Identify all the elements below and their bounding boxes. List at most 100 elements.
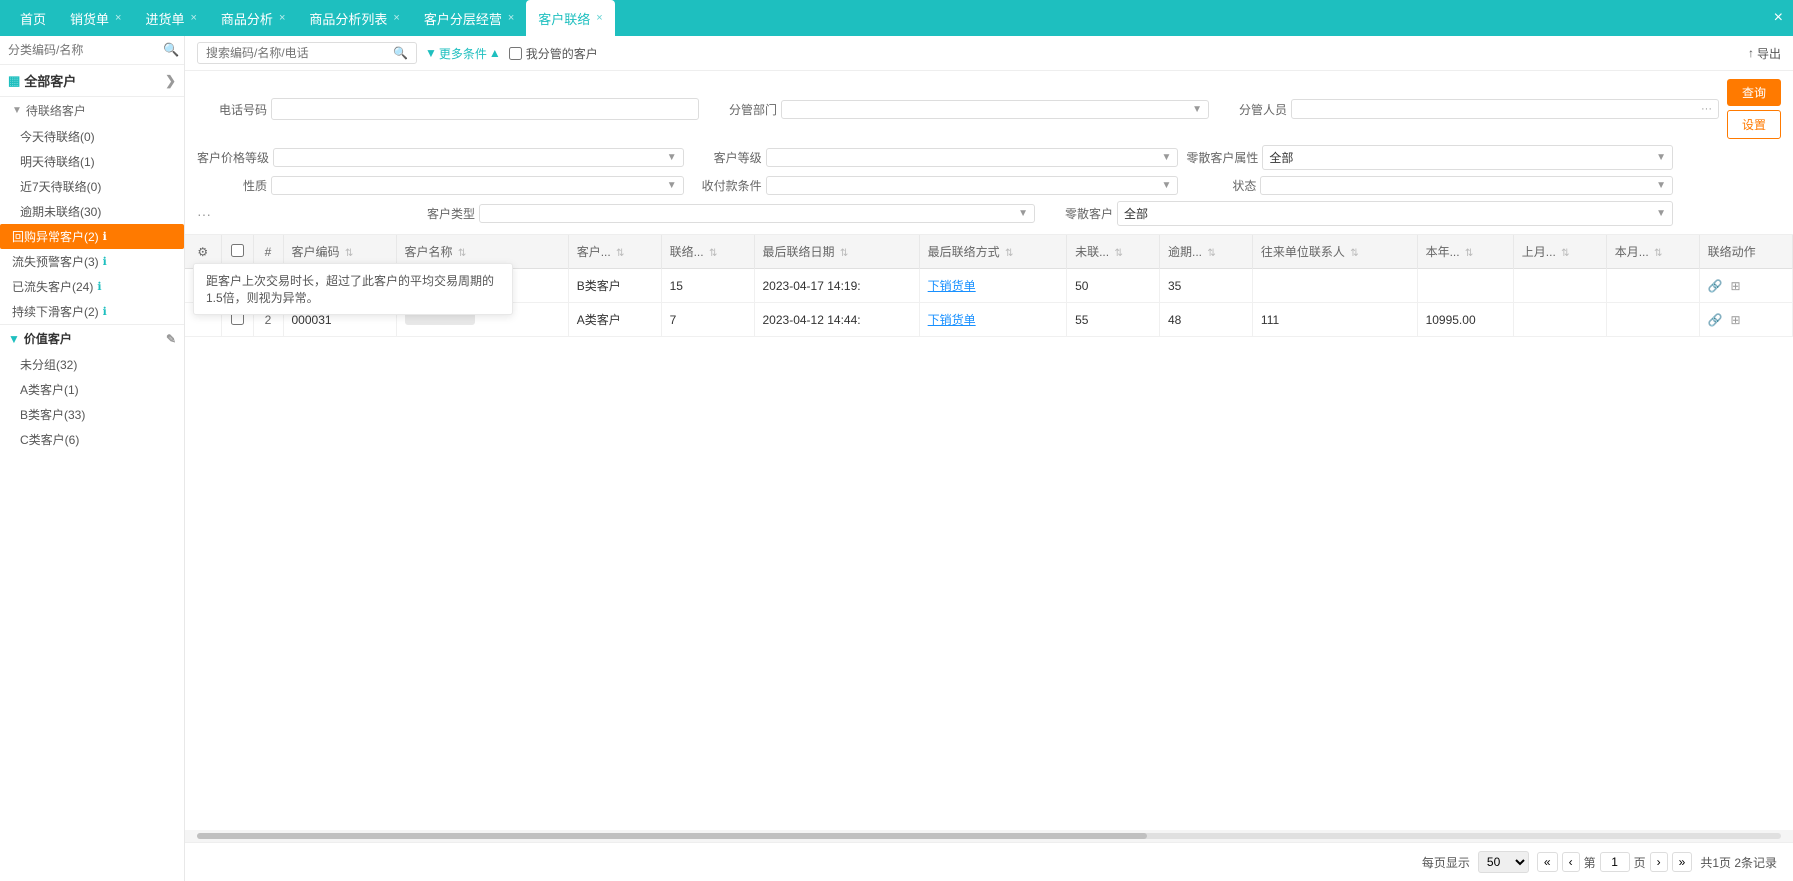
row1-link-icon[interactable]: 🔗 xyxy=(1708,279,1723,293)
manager-select[interactable]: ··· xyxy=(1291,99,1719,119)
sidebar-item-churn-warning[interactable]: 流失预警客户(3) ℹ xyxy=(0,249,184,274)
search-button-icon[interactable]: 🔍 xyxy=(393,46,408,60)
sidebar-search-input[interactable] xyxy=(8,43,163,57)
caret-icon: ▲ xyxy=(489,46,501,60)
col-last-date[interactable]: 最后联络日期 ⇅ xyxy=(754,235,919,269)
page-input[interactable] xyxy=(1600,852,1630,872)
phone-input[interactable] xyxy=(271,98,699,120)
sidebar-item-a-class[interactable]: A类客户(1) xyxy=(0,377,184,402)
manager-dots-icon: ··· xyxy=(1701,103,1712,115)
nav-item-product-list[interactable]: 商品分析列表 × xyxy=(297,0,411,36)
nature-select[interactable]: ▼ xyxy=(271,176,684,195)
sidebar-item-overdue-contact[interactable]: 逾期未联络(30) xyxy=(0,199,184,224)
row1-last-month xyxy=(1513,269,1606,303)
retail-attr-down-icon: ▼ xyxy=(1656,152,1666,163)
sidebar-item-ungrouped[interactable]: 未分组(32) xyxy=(0,352,184,377)
retail-customer-select[interactable]: 全部 ▼ xyxy=(1117,201,1673,226)
close-customer-contact-tab[interactable]: × xyxy=(596,12,602,24)
status-select[interactable]: ▼ xyxy=(1260,176,1673,195)
col-last-method[interactable]: 最后联络方式 ⇅ xyxy=(919,235,1066,269)
content-area: 🔍 ▼ 更多条件 ▲ 我分管的客户 ↑ 导出 电话号码 xyxy=(185,36,1793,881)
nav-item-customer-layer[interactable]: 客户分层经营 × xyxy=(412,0,526,36)
main-layout: 🔍 ▦ 全部客户 ❯ ▼ 待联络客户 今天待联络(0) 明天待联络(1) 近7天… xyxy=(0,36,1793,881)
row1-grid-icon[interactable]: ⊞ xyxy=(1731,279,1741,293)
my-customer-checkbox[interactable]: 我分管的客户 xyxy=(509,45,598,62)
col-last-month[interactable]: 上月... ⇅ xyxy=(1513,235,1606,269)
sort-contact-count-icon: ⇅ xyxy=(709,248,717,259)
horizontal-scrollbar[interactable] xyxy=(185,830,1793,842)
close-product-list-tab[interactable]: × xyxy=(393,12,399,24)
dept-select[interactable]: ▼ xyxy=(781,100,1209,119)
row1-this-month xyxy=(1606,269,1699,303)
customer-type-down-icon: ▼ xyxy=(1018,208,1028,219)
nav-item-product-analysis[interactable]: 商品分析 × xyxy=(209,0,297,36)
close-purchase-tab[interactable]: × xyxy=(190,12,196,24)
search-input[interactable] xyxy=(206,46,393,60)
sidebar-search-box: 🔍 xyxy=(0,36,184,65)
filter-cell-customer-type: 客户类型 ▼ xyxy=(405,204,1035,223)
sidebar-item-7day-contact[interactable]: 近7天待联络(0) xyxy=(0,174,184,199)
col-contact-count[interactable]: 联络... ⇅ xyxy=(661,235,754,269)
nav-item-customer-contact[interactable]: 客户联络 × xyxy=(526,0,614,36)
row2-last-method[interactable]: 下销货单 xyxy=(919,303,1066,337)
first-page-btn[interactable]: « xyxy=(1537,852,1558,872)
select-all-checkbox[interactable] xyxy=(231,244,244,257)
export-button[interactable]: ↑ 导出 xyxy=(1748,45,1781,62)
filter-row-2: 客户价格等级 ▼ 客户等级 ▼ 零散客户属性 全部 xyxy=(197,145,1781,170)
status-down-icon: ▼ xyxy=(1656,180,1666,191)
collapse-sidebar-btn[interactable]: ❯ xyxy=(165,73,176,89)
customer-level-select[interactable]: ▼ xyxy=(766,148,1179,167)
col-this-year[interactable]: 本年... ⇅ xyxy=(1417,235,1513,269)
more-dots-icon[interactable]: ··· xyxy=(197,206,211,222)
sidebar-search-icon[interactable]: 🔍 xyxy=(163,42,179,58)
row1-last-date: 2023-04-17 14:19: xyxy=(754,269,919,303)
row2-contact-count: 7 xyxy=(661,303,754,337)
payment-label: 收付款条件 xyxy=(692,177,762,194)
col-contact-person[interactable]: 往来单位联系人 ⇅ xyxy=(1252,235,1417,269)
close-product-analysis-tab[interactable]: × xyxy=(279,12,285,24)
close-customer-layer-tab[interactable]: × xyxy=(508,12,514,24)
sidebar-item-repurchase-abnormal[interactable]: 回购异常客户(2) ℹ xyxy=(0,224,184,249)
filter-bar: 🔍 ▼ 更多条件 ▲ 我分管的客户 ↑ 导出 xyxy=(185,36,1793,71)
sidebar-item-churned[interactable]: 已流失客户(24) ℹ xyxy=(0,274,184,299)
sidebar-item-c-class[interactable]: C类客户(6) xyxy=(0,427,184,452)
col-overdue[interactable]: 逾期... ⇅ xyxy=(1160,235,1253,269)
col-this-month[interactable]: 本月... ⇅ xyxy=(1606,235,1699,269)
edit-value-icon[interactable]: ✎ xyxy=(166,332,176,346)
retail-attr-select[interactable]: 全部 ▼ xyxy=(1262,145,1673,170)
filter-row-3: 性质 ▼ 收付款条件 ▼ 状态 xyxy=(197,176,1781,195)
row1-last-method[interactable]: 下销货单 xyxy=(919,269,1066,303)
scrollbar-thumb[interactable] xyxy=(197,833,1147,839)
nav-item-sales[interactable]: 销货单 × xyxy=(58,0,133,36)
price-level-select[interactable]: ▼ xyxy=(273,148,684,167)
prev-page-btn[interactable]: ‹ xyxy=(1562,852,1580,872)
customer-type-select[interactable]: ▼ xyxy=(479,204,1035,223)
row2-last-month xyxy=(1513,303,1606,337)
col-uncontacted[interactable]: 未联... ⇅ xyxy=(1067,235,1160,269)
nav-item-home[interactable]: 首页 xyxy=(8,0,58,36)
table-container[interactable]: ⚙ # 客户编码 ⇅ 客户名称 ⇅ xyxy=(185,235,1793,830)
next-page-btn[interactable]: › xyxy=(1650,852,1668,872)
more-conditions-btn[interactable]: ▼ 更多条件 ▲ xyxy=(425,45,501,62)
sidebar-group-pending-contact[interactable]: ▼ 待联络客户 xyxy=(0,97,184,124)
sidebar-item-b-class[interactable]: B类客户(33) xyxy=(0,402,184,427)
payment-select[interactable]: ▼ xyxy=(766,176,1179,195)
sidebar-item-declining[interactable]: 持续下滑客户(2) ℹ xyxy=(0,299,184,324)
close-all-button[interactable]: × xyxy=(1774,9,1783,27)
row2-grid-icon[interactable]: ⊞ xyxy=(1731,313,1741,327)
per-page-select[interactable]: 50 20 100 xyxy=(1478,851,1529,873)
row2-this-month xyxy=(1606,303,1699,337)
last-page-btn[interactable]: » xyxy=(1672,852,1693,872)
my-customer-check[interactable] xyxy=(509,47,522,60)
nav-item-purchase[interactable]: 进货单 × xyxy=(133,0,208,36)
row1-contact-person xyxy=(1252,269,1417,303)
query-button[interactable]: 查询 xyxy=(1727,79,1781,106)
sidebar-item-tomorrow-contact[interactable]: 明天待联络(1) xyxy=(0,149,184,174)
arrow-down-icon: ▼ xyxy=(12,105,22,116)
sidebar-value-group[interactable]: ▼ 价值客户 ✎ xyxy=(0,324,184,352)
close-sales-tab[interactable]: × xyxy=(115,12,121,24)
setting-button[interactable]: 设置 xyxy=(1727,110,1781,139)
col-level[interactable]: 客户... ⇅ xyxy=(568,235,661,269)
sidebar-item-today-contact[interactable]: 今天待联络(0) xyxy=(0,124,184,149)
row2-link-icon[interactable]: 🔗 xyxy=(1708,313,1723,327)
